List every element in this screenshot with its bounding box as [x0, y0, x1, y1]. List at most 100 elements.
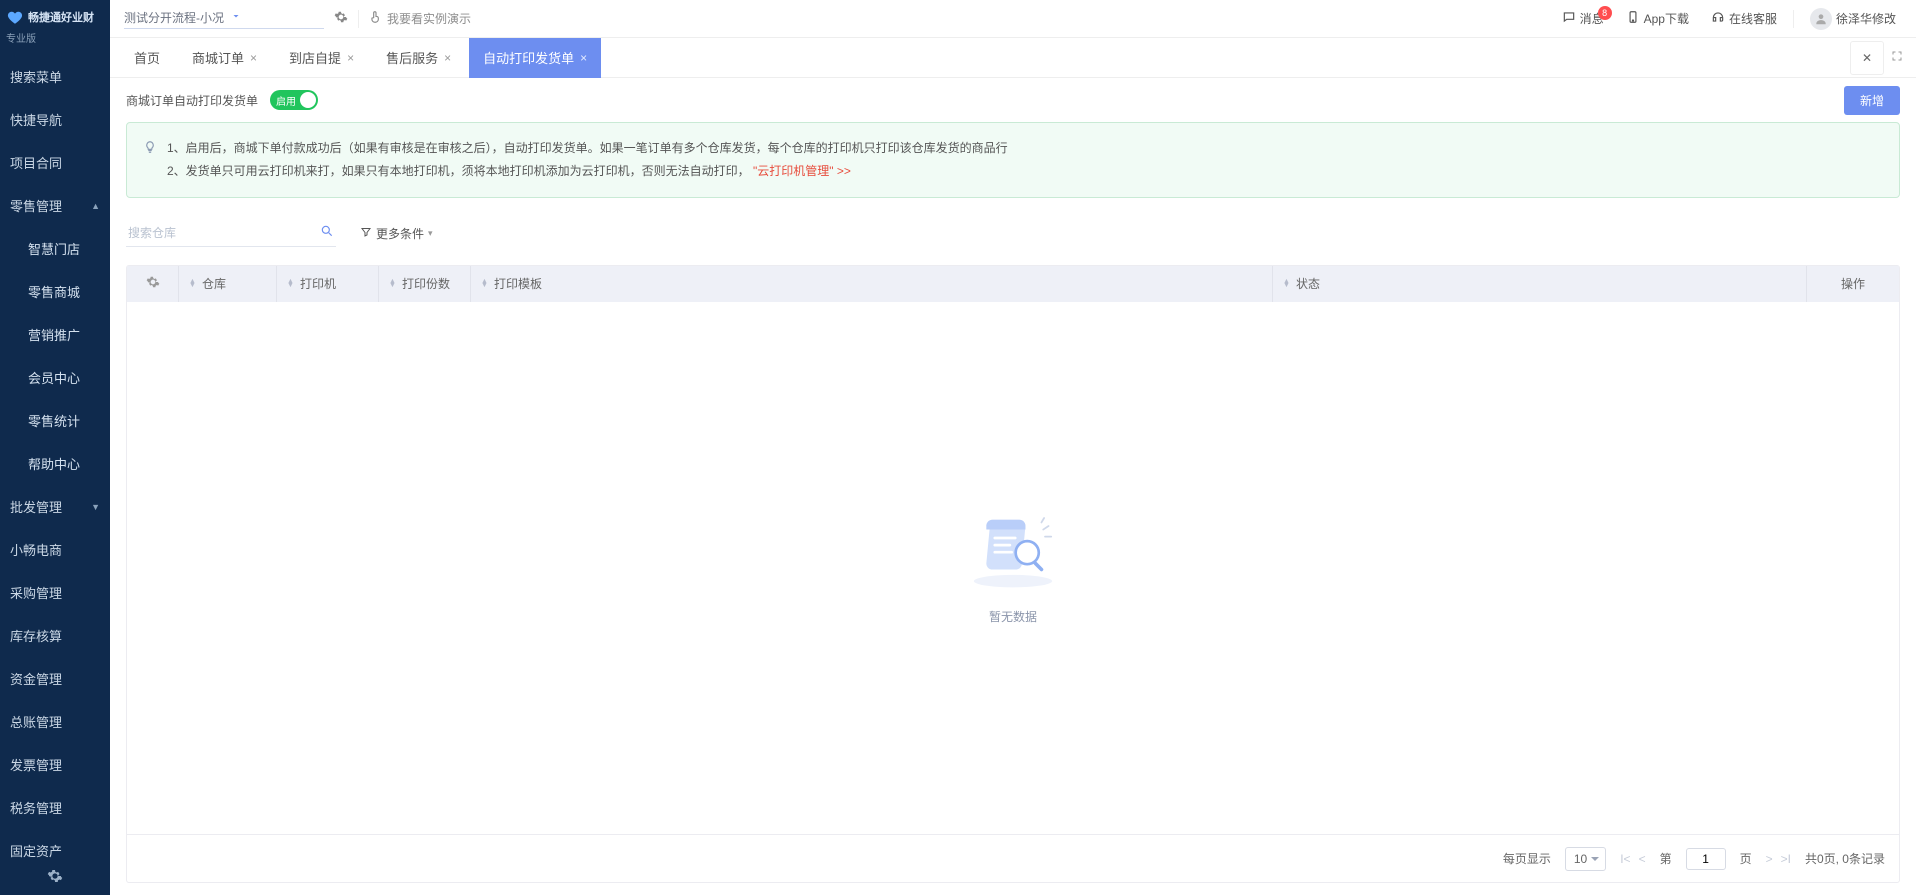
tab-label: 到店自提 [289, 48, 341, 67]
tab-2[interactable]: 到店自提 × [275, 38, 368, 78]
fullscreen-button[interactable] [1888, 41, 1906, 75]
enable-toggle[interactable]: 启用 [270, 90, 318, 110]
tab-0[interactable]: 首页 [120, 38, 174, 78]
sidebar-item-0[interactable]: 搜索菜单 [0, 55, 110, 98]
filter-row: 更多条件 ▾ [126, 220, 1900, 247]
col-copies[interactable]: ▲▼打印份数 [379, 266, 471, 302]
expand-icon [1891, 50, 1903, 65]
col-printer[interactable]: ▲▼打印机 [277, 266, 379, 302]
tab-bar: 首页商城订单×到店自提×售后服务×自动打印发货单× ✕ [110, 38, 1916, 78]
sidebar-item-15[interactable]: 总账管理 [0, 700, 110, 743]
page-header-bar: 商城订单自动打印发货单 启用 新增 [110, 78, 1916, 122]
sort-icon: ▲▼ [287, 280, 294, 288]
sidebar-item-1[interactable]: 快捷导航 [0, 98, 110, 141]
message-icon [1562, 10, 1576, 27]
sidebar-item-17[interactable]: 税务管理 [0, 786, 110, 829]
tab-label: 售后服务 [386, 48, 438, 67]
phone-icon [1626, 10, 1640, 27]
tab-1[interactable]: 商城订单 × [178, 38, 271, 78]
cloud-printer-link[interactable]: "云打印机管理" >> [753, 164, 851, 178]
add-button[interactable]: 新增 [1844, 86, 1900, 115]
app-download-button[interactable]: App下载 [1620, 10, 1695, 27]
sidebar-item-10[interactable]: 批发管理▼ [0, 485, 110, 528]
close-icon[interactable]: × [580, 51, 587, 65]
tab-label: 商城订单 [192, 48, 244, 67]
support-button[interactable]: 在线客服 [1705, 10, 1783, 27]
sidebar-item-7[interactable]: 会员中心 [0, 356, 110, 399]
toggle-text: 启用 [276, 93, 296, 108]
column-settings-button[interactable] [127, 266, 179, 302]
divider [1793, 10, 1794, 28]
sort-icon: ▲▼ [1283, 280, 1290, 288]
headset-icon [1711, 10, 1725, 27]
info-line-2: 2、发货单只可用云打印机来打，如果只有本地打印机，须将本地打印机添加为云打印机，… [167, 164, 750, 178]
sort-icon: ▲▼ [189, 280, 196, 288]
demo-link[interactable]: 我要看实例演示 [369, 10, 471, 27]
lightbulb-icon [143, 139, 157, 183]
sidebar-item-9[interactable]: 帮助中心 [0, 442, 110, 485]
col-template[interactable]: ▲▼打印模板 [471, 266, 1273, 302]
hand-point-icon [369, 10, 383, 27]
chevron-down-icon [230, 10, 242, 25]
more-filters-button[interactable]: 更多条件 ▾ [360, 225, 433, 242]
topbar: 测试分开流程-小况 我要看实例演示 消息 8 [110, 0, 1916, 38]
sidebar-item-8[interactable]: 零售统计 [0, 399, 110, 442]
pager-summary: 共0页, 0条记录 [1805, 850, 1885, 867]
empty-text: 暂无数据 [989, 608, 1037, 625]
more-filters-label: 更多条件 [376, 225, 424, 242]
per-page-label: 每页显示 [1503, 850, 1551, 867]
col-actions: 操作 [1807, 266, 1899, 302]
sidebar-item-14[interactable]: 资金管理 [0, 657, 110, 700]
sidebar-item-3[interactable]: 零售管理▲ [0, 184, 110, 227]
first-page-button[interactable]: I< [1620, 852, 1630, 866]
divider [358, 10, 359, 28]
org-name: 测试分开流程-小况 [124, 9, 224, 26]
empty-illustration-icon [958, 510, 1068, 590]
sidebar-item-2[interactable]: 项目合同 [0, 141, 110, 184]
col-status[interactable]: ▲▼状态 [1273, 266, 1807, 302]
tab-label: 首页 [134, 48, 160, 67]
info-banner: 1、启用后，商城下单付款成功后（如果有审核是在审核之后），自动打印发货单。如果一… [126, 122, 1900, 198]
page-pre-label: 第 [1660, 850, 1672, 867]
user-menu[interactable]: 徐泽华修改 [1804, 8, 1902, 30]
user-name: 徐泽华修改 [1836, 10, 1896, 27]
warehouse-search-input[interactable] [126, 220, 336, 246]
close-icon[interactable]: × [444, 51, 451, 65]
app-label: App下载 [1644, 10, 1689, 27]
sidebar-item-5[interactable]: 零售商城 [0, 270, 110, 313]
sidebar-item-18[interactable]: 固定资产 [0, 829, 110, 860]
sidebar-item-11[interactable]: 小畅电商 [0, 528, 110, 571]
per-page-select[interactable]: 10 [1565, 847, 1606, 871]
messages-button[interactable]: 消息 8 [1556, 10, 1610, 27]
chevron-down-icon: ▾ [428, 228, 433, 239]
col-warehouse[interactable]: ▲▼仓库 [179, 266, 277, 302]
prev-page-button[interactable]: < [1639, 852, 1646, 866]
toggle-knob [300, 92, 316, 108]
table-header: ▲▼仓库 ▲▼打印机 ▲▼打印份数 ▲▼打印模板 ▲▼状态 操作 [127, 266, 1899, 302]
sidebar-item-13[interactable]: 库存核算 [0, 614, 110, 657]
page-input[interactable] [1686, 848, 1726, 870]
sidebar: 畅捷通好业财 专业版 搜索菜单快捷导航项目合同零售管理▲智慧门店零售商城营销推广… [0, 0, 110, 895]
org-settings-icon[interactable] [334, 10, 348, 27]
tab-4[interactable]: 自动打印发货单× [469, 38, 601, 78]
filter-icon [360, 226, 372, 241]
sidebar-item-12[interactable]: 采购管理 [0, 571, 110, 614]
avatar-icon [1810, 8, 1832, 30]
search-icon[interactable] [320, 224, 334, 241]
sidebar-item-4[interactable]: 智慧门店 [0, 227, 110, 270]
sidebar-item-16[interactable]: 发票管理 [0, 743, 110, 786]
tab-3[interactable]: 售后服务 × [372, 38, 465, 78]
gear-icon [146, 275, 160, 292]
close-icon[interactable]: × [347, 51, 354, 65]
close-all-tabs-button[interactable]: ✕ [1850, 41, 1884, 75]
message-badge: 8 [1598, 6, 1612, 20]
last-page-button[interactable]: >I [1781, 852, 1791, 866]
sidebar-settings[interactable] [0, 860, 110, 895]
table-body-empty: 暂无数据 [127, 302, 1899, 834]
next-page-button[interactable]: > [1766, 852, 1773, 866]
info-line-1: 1、启用后，商城下单付款成功后（如果有审核是在审核之后），自动打印发货单。如果一… [167, 137, 1008, 160]
org-selector[interactable]: 测试分开流程-小况 [124, 9, 324, 29]
chevron-down-icon: ▼ [91, 502, 100, 512]
close-icon[interactable]: × [250, 51, 257, 65]
sidebar-item-6[interactable]: 营销推广 [0, 313, 110, 356]
